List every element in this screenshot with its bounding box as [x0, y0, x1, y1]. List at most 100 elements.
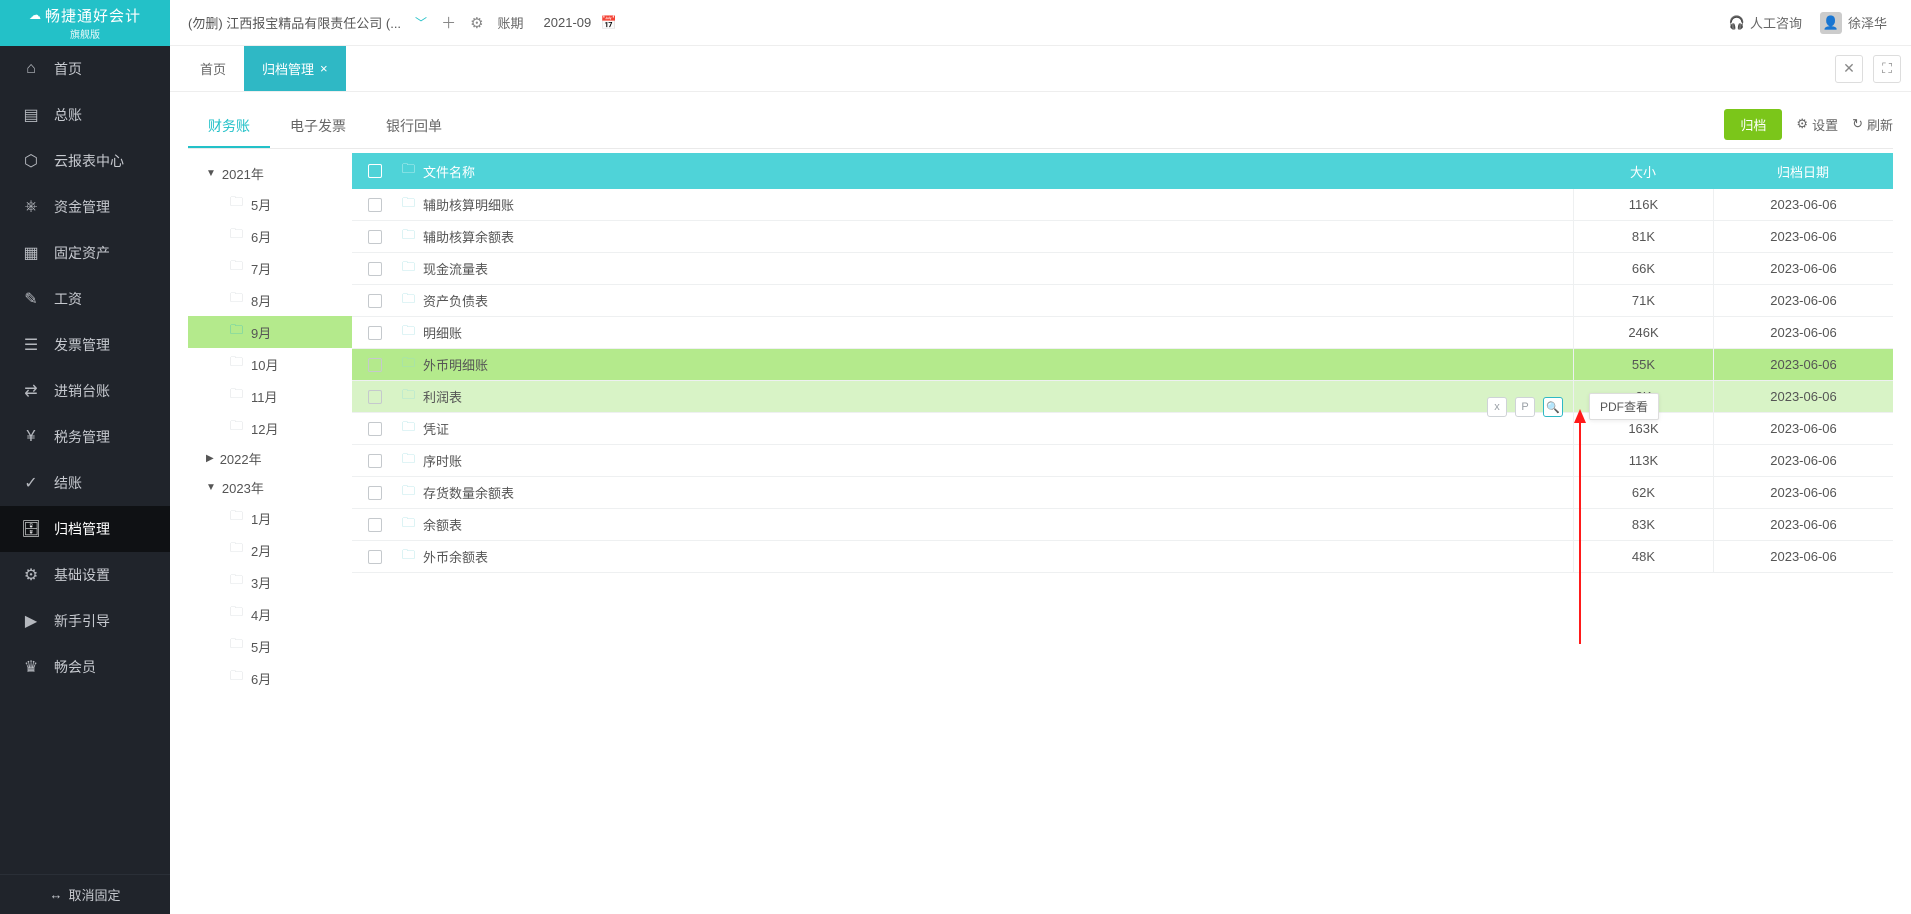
folder-icon: 🗀: [402, 160, 415, 182]
row-checkbox[interactable]: [368, 486, 382, 500]
file-name: 余额表: [423, 515, 462, 534]
sidebar-label: 云报表中心: [54, 151, 124, 171]
row-checkbox[interactable]: [368, 454, 382, 468]
sidebar-item-13[interactable]: ♛畅会员: [0, 644, 170, 690]
period-value[interactable]: 2021-09: [544, 15, 592, 30]
sub-tabs-row: 财务账电子发票银行回单 归档 ⚙设置 ↻刷新: [188, 106, 1893, 149]
page-tab-1[interactable]: 归档管理×: [244, 46, 346, 91]
tree-month-0-7[interactable]: 🗀12月: [188, 412, 352, 444]
table-row[interactable]: 🗀存货数量余额表62K2023-06-06: [352, 477, 1893, 509]
tree-month-0-3[interactable]: 🗀8月: [188, 284, 352, 316]
folder-icon: 🗀: [230, 353, 243, 375]
export-pdf-icon[interactable]: P: [1515, 397, 1535, 417]
archive-date: 2023-06-06: [1713, 285, 1893, 316]
row-checkbox[interactable]: [368, 422, 382, 436]
row-checkbox[interactable]: [368, 550, 382, 564]
close-tab-button[interactable]: ✕: [1835, 55, 1863, 83]
sidebar-item-8[interactable]: ¥税务管理: [0, 414, 170, 460]
table-row[interactable]: 🗀余额表83K2023-06-06: [352, 509, 1893, 541]
page-tab-0[interactable]: 首页: [182, 46, 244, 91]
sidebar-item-0[interactable]: ⌂首页: [0, 46, 170, 92]
sub-tab-1[interactable]: 电子发票: [270, 106, 366, 148]
table-row[interactable]: 🗀现金流量表66K2023-06-06: [352, 253, 1893, 285]
row-checkbox[interactable]: [368, 230, 382, 244]
gear-icon[interactable]: ⚙: [470, 14, 483, 32]
sidebar-icon: ¥: [22, 428, 40, 446]
sidebar: ⌂首页▤总账⬡云报表中心⎈资金管理▦固定资产✎工资☰发票管理⇄进销台账¥税务管理…: [0, 46, 170, 914]
support-label: 人工咨询: [1750, 13, 1802, 32]
sidebar-item-9[interactable]: ✓结账: [0, 460, 170, 506]
fullscreen-button[interactable]: ⛶: [1873, 55, 1901, 83]
row-checkbox[interactable]: [368, 358, 382, 372]
table-row[interactable]: 🗀序时账113K2023-06-06: [352, 445, 1893, 477]
company-name[interactable]: (勿删) 江西报宝精品有限责任公司 (...: [188, 13, 401, 32]
view-pdf-icon[interactable]: 🔍: [1543, 397, 1563, 417]
sidebar-item-10[interactable]: 🗄归档管理: [0, 506, 170, 552]
table-row[interactable]: 🗀辅助核算余额表81K2023-06-06: [352, 221, 1893, 253]
topbar: ☁ 畅捷通好会计 旗舰版 (勿删) 江西报宝精品有限责任公司 (... ﹀ ＋ …: [0, 0, 1911, 46]
support-link[interactable]: 🎧 人工咨询: [1729, 13, 1802, 32]
sidebar-unpin[interactable]: ↔取消固定: [0, 874, 170, 914]
row-checkbox[interactable]: [368, 294, 382, 308]
tree-month-2-4[interactable]: 🗀5月: [188, 630, 352, 662]
archive-button[interactable]: 归档: [1724, 109, 1782, 140]
sidebar-item-7[interactable]: ⇄进销台账: [0, 368, 170, 414]
tree-month-2-0[interactable]: 🗀1月: [188, 502, 352, 534]
export-excel-icon[interactable]: x: [1487, 397, 1507, 417]
sidebar-item-3[interactable]: ⎈资金管理: [0, 184, 170, 230]
row-checkbox[interactable]: [368, 326, 382, 340]
table-row[interactable]: 🗀利润表2K2023-06-06: [352, 381, 1893, 413]
row-checkbox[interactable]: [368, 262, 382, 276]
file-name: 凭证: [423, 419, 449, 438]
refresh-link[interactable]: ↻刷新: [1852, 115, 1893, 134]
sidebar-item-6[interactable]: ☰发票管理: [0, 322, 170, 368]
sidebar-item-5[interactable]: ✎工资: [0, 276, 170, 322]
sidebar-icon: ⚙: [22, 565, 40, 585]
tree-month-2-2[interactable]: 🗀3月: [188, 566, 352, 598]
table-row[interactable]: 🗀资产负债表71K2023-06-06: [352, 285, 1893, 317]
tree-month-2-1[interactable]: 🗀2月: [188, 534, 352, 566]
sidebar-item-11[interactable]: ⚙基础设置: [0, 552, 170, 598]
tree-month-0-6[interactable]: 🗀11月: [188, 380, 352, 412]
folder-icon: 🗀: [230, 635, 243, 657]
plus-icon[interactable]: ＋: [441, 12, 456, 33]
table-row[interactable]: 🗀外币明细账55K2023-06-06: [352, 349, 1893, 381]
tree-month-0-5[interactable]: 🗀10月: [188, 348, 352, 380]
sub-tab-2[interactable]: 银行回单: [366, 106, 462, 148]
settings-link[interactable]: ⚙设置: [1796, 115, 1838, 134]
tree-month-0-4[interactable]: 🗀9月: [188, 316, 352, 348]
sub-tab-0[interactable]: 财务账: [188, 106, 270, 148]
logo: ☁ 畅捷通好会计 旗舰版: [0, 0, 170, 46]
tree-year-0[interactable]: ▼2021年: [188, 159, 352, 188]
tree-year-1[interactable]: ▶2022年: [188, 444, 352, 473]
close-icon[interactable]: ×: [320, 61, 328, 76]
tree-year-2[interactable]: ▼2023年: [188, 473, 352, 502]
table-row[interactable]: 🗀辅助核算明细账116K2023-06-06: [352, 189, 1893, 221]
tree-month-2-3[interactable]: 🗀4月: [188, 598, 352, 630]
file-name: 资产负债表: [423, 291, 488, 310]
tree-month-0-1[interactable]: 🗀6月: [188, 220, 352, 252]
file-name: 外币余额表: [423, 547, 488, 566]
sidebar-item-12[interactable]: ▶新手引导: [0, 598, 170, 644]
table-row[interactable]: 🗀明细账246K2023-06-06: [352, 317, 1893, 349]
sidebar-item-1[interactable]: ▤总账: [0, 92, 170, 138]
tree-month-0-0[interactable]: 🗀5月: [188, 188, 352, 220]
row-checkbox[interactable]: [368, 198, 382, 212]
user-menu[interactable]: 👤 徐泽华: [1820, 12, 1887, 34]
sidebar-item-4[interactable]: ▦固定资产: [0, 230, 170, 276]
chevron-down-icon[interactable]: ﹀: [415, 14, 427, 31]
table-row[interactable]: 🗀凭证163K2023-06-06: [352, 413, 1893, 445]
table-row[interactable]: 🗀外币余额表48K2023-06-06: [352, 541, 1893, 573]
sidebar-icon: 🗄: [22, 519, 40, 539]
row-checkbox[interactable]: [368, 390, 382, 404]
tree-month-2-5[interactable]: 🗀6月: [188, 662, 352, 694]
tree-month-0-2[interactable]: 🗀7月: [188, 252, 352, 284]
sidebar-item-2[interactable]: ⬡云报表中心: [0, 138, 170, 184]
select-all-checkbox[interactable]: [368, 164, 382, 178]
calendar-icon[interactable]: 📅: [601, 15, 617, 30]
file-icon: 🗀: [402, 418, 415, 440]
row-checkbox[interactable]: [368, 518, 382, 532]
month-label: 6月: [251, 669, 271, 688]
col-date: 归档日期: [1713, 162, 1893, 181]
archive-date: 2023-06-06: [1713, 445, 1893, 476]
